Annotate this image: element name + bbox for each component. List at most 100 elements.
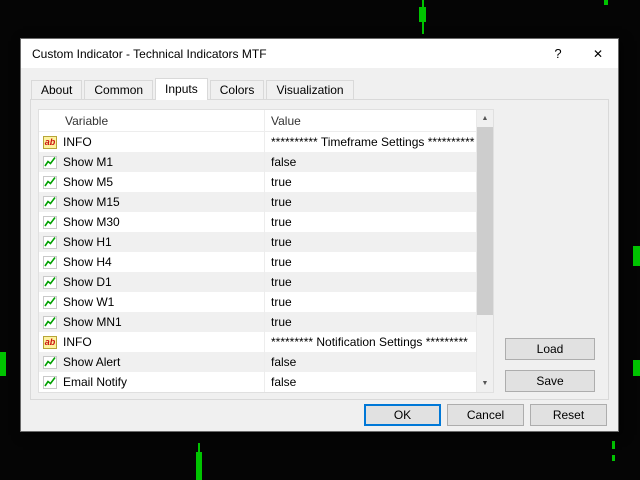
variable-name: Show W1	[63, 295, 115, 309]
value-cell[interactable]: true	[265, 272, 476, 292]
variable-cell: Show M30	[39, 212, 265, 232]
value-cell[interactable]: true	[265, 232, 476, 252]
scrollbar-thumb[interactable]	[477, 127, 493, 316]
table-body: ab INFO ********** Timeframe Settings ****…	[39, 132, 493, 392]
variable-cell: Show Alert	[39, 352, 265, 372]
value-cell[interactable]: true	[265, 172, 476, 192]
variable-cell: Show M15	[39, 192, 265, 212]
help-button[interactable]: ?	[538, 39, 578, 68]
table-row[interactable]: Show Alert false	[39, 352, 476, 372]
table-row[interactable]: Email Notify false	[39, 372, 476, 392]
cancel-button[interactable]: Cancel	[447, 403, 524, 426]
save-button[interactable]: Save	[505, 370, 595, 392]
table-row[interactable]: Show M1 false	[39, 152, 476, 172]
chart-param-icon	[43, 355, 57, 369]
chart-candle-decoration	[612, 441, 615, 449]
variable-cell: Show W1	[39, 292, 265, 312]
table-row[interactable]: ab INFO ********* Notification Settings **…	[39, 332, 476, 352]
value-cell[interactable]: true	[265, 292, 476, 312]
parameters-table: Variable Value ab INFO ********** Timefram…	[38, 109, 494, 393]
chart-param-icon	[43, 155, 57, 169]
variable-cell: ab INFO	[39, 132, 265, 152]
table-row[interactable]: Show D1 true	[39, 272, 476, 292]
chart-candle-decoration	[604, 0, 608, 5]
chart-candle-decoration	[419, 7, 426, 22]
value-cell[interactable]: true	[265, 212, 476, 232]
value-cell[interactable]: ********* Notification Settings ********…	[265, 332, 476, 352]
value-cell[interactable]: false	[265, 372, 476, 392]
tab-inputs[interactable]: Inputs	[155, 78, 208, 100]
chart-param-icon	[43, 295, 57, 309]
ok-button[interactable]: OK	[364, 403, 441, 426]
table-row[interactable]: ab INFO ********** Timeframe Settings ****…	[39, 132, 476, 152]
value-cell[interactable]: true	[265, 192, 476, 212]
title-bar[interactable]: Custom Indicator - Technical Indicators …	[21, 39, 618, 68]
scroll-down-icon[interactable]: ▼	[477, 375, 493, 392]
scrollbar-track[interactable]	[477, 127, 493, 375]
variable-name: INFO	[63, 335, 92, 349]
dialog-window: Custom Indicator - Technical Indicators …	[20, 38, 619, 432]
table-header: Variable Value	[39, 110, 493, 132]
value-cell[interactable]: false	[265, 152, 476, 172]
text-param-icon: ab	[43, 135, 57, 149]
load-button[interactable]: Load	[505, 338, 595, 360]
table-row[interactable]: Show W1 true	[39, 292, 476, 312]
variable-name: INFO	[63, 135, 92, 149]
variable-name: Show D1	[63, 275, 112, 289]
value-cell[interactable]: ********** Timeframe Settings **********	[265, 132, 476, 152]
chart-candle-decoration	[196, 452, 202, 480]
chart-candle-decoration	[633, 246, 640, 266]
value-cell[interactable]: true	[265, 252, 476, 272]
chart-param-icon	[43, 175, 57, 189]
close-button[interactable]: ✕	[578, 39, 618, 68]
variable-cell: Show MN1	[39, 312, 265, 332]
chart-param-icon	[43, 275, 57, 289]
chart-param-icon	[43, 315, 57, 329]
variable-name: Show M1	[63, 155, 114, 169]
scroll-up-icon[interactable]: ▲	[477, 110, 493, 127]
vertical-scrollbar[interactable]: ▲ ▼	[476, 110, 493, 392]
variable-cell: Show H4	[39, 252, 265, 272]
table-row[interactable]: Show M5 true	[39, 172, 476, 192]
table-row[interactable]: Show H4 true	[39, 252, 476, 272]
variable-cell: Show D1	[39, 272, 265, 292]
column-header-variable: Variable	[39, 110, 265, 131]
footer-button-bar: OK Cancel Reset	[21, 398, 618, 431]
value-cell[interactable]: true	[265, 312, 476, 332]
tab-visualization[interactable]: Visualization	[266, 80, 354, 99]
reset-button[interactable]: Reset	[530, 403, 607, 426]
variable-name: Show M15	[63, 195, 120, 209]
tab-strip: About Common Inputs Colors Visualization	[31, 78, 618, 100]
chart-candle-decoration	[0, 352, 6, 376]
variable-cell: ab INFO	[39, 332, 265, 352]
window-title: Custom Indicator - Technical Indicators …	[32, 46, 267, 61]
column-header-value: Value	[271, 114, 301, 128]
variable-name: Show M30	[63, 215, 120, 229]
variable-name: Show H1	[63, 235, 112, 249]
variable-name: Show H4	[63, 255, 112, 269]
variable-name: Email Notify	[63, 375, 128, 389]
variable-cell: Show H1	[39, 232, 265, 252]
text-param-icon: ab	[43, 335, 57, 349]
table-row[interactable]: Show H1 true	[39, 232, 476, 252]
variable-name: Show M5	[63, 175, 114, 189]
chart-param-icon	[43, 375, 57, 389]
chart-candle-decoration	[633, 360, 640, 376]
chart-param-icon	[43, 215, 57, 229]
desktop-background: Custom Indicator - Technical Indicators …	[0, 0, 640, 480]
side-button-group: Load Save	[505, 338, 595, 392]
variable-cell: Show M5	[39, 172, 265, 192]
variable-cell: Show M1	[39, 152, 265, 172]
variable-name: Show Alert	[63, 355, 121, 369]
table-row[interactable]: Show M30 true	[39, 212, 476, 232]
variable-name: Show MN1	[63, 315, 122, 329]
table-row[interactable]: Show M15 true	[39, 192, 476, 212]
table-row[interactable]: Show MN1 true	[39, 312, 476, 332]
value-cell[interactable]: false	[265, 352, 476, 372]
chart-param-icon	[43, 255, 57, 269]
chart-param-icon	[43, 235, 57, 249]
tab-common[interactable]: Common	[84, 80, 154, 99]
tab-colors[interactable]: Colors	[209, 80, 265, 99]
inputs-tab-panel: Variable Value ab INFO ********** Timefram…	[30, 99, 609, 400]
tab-about[interactable]: About	[31, 80, 83, 99]
